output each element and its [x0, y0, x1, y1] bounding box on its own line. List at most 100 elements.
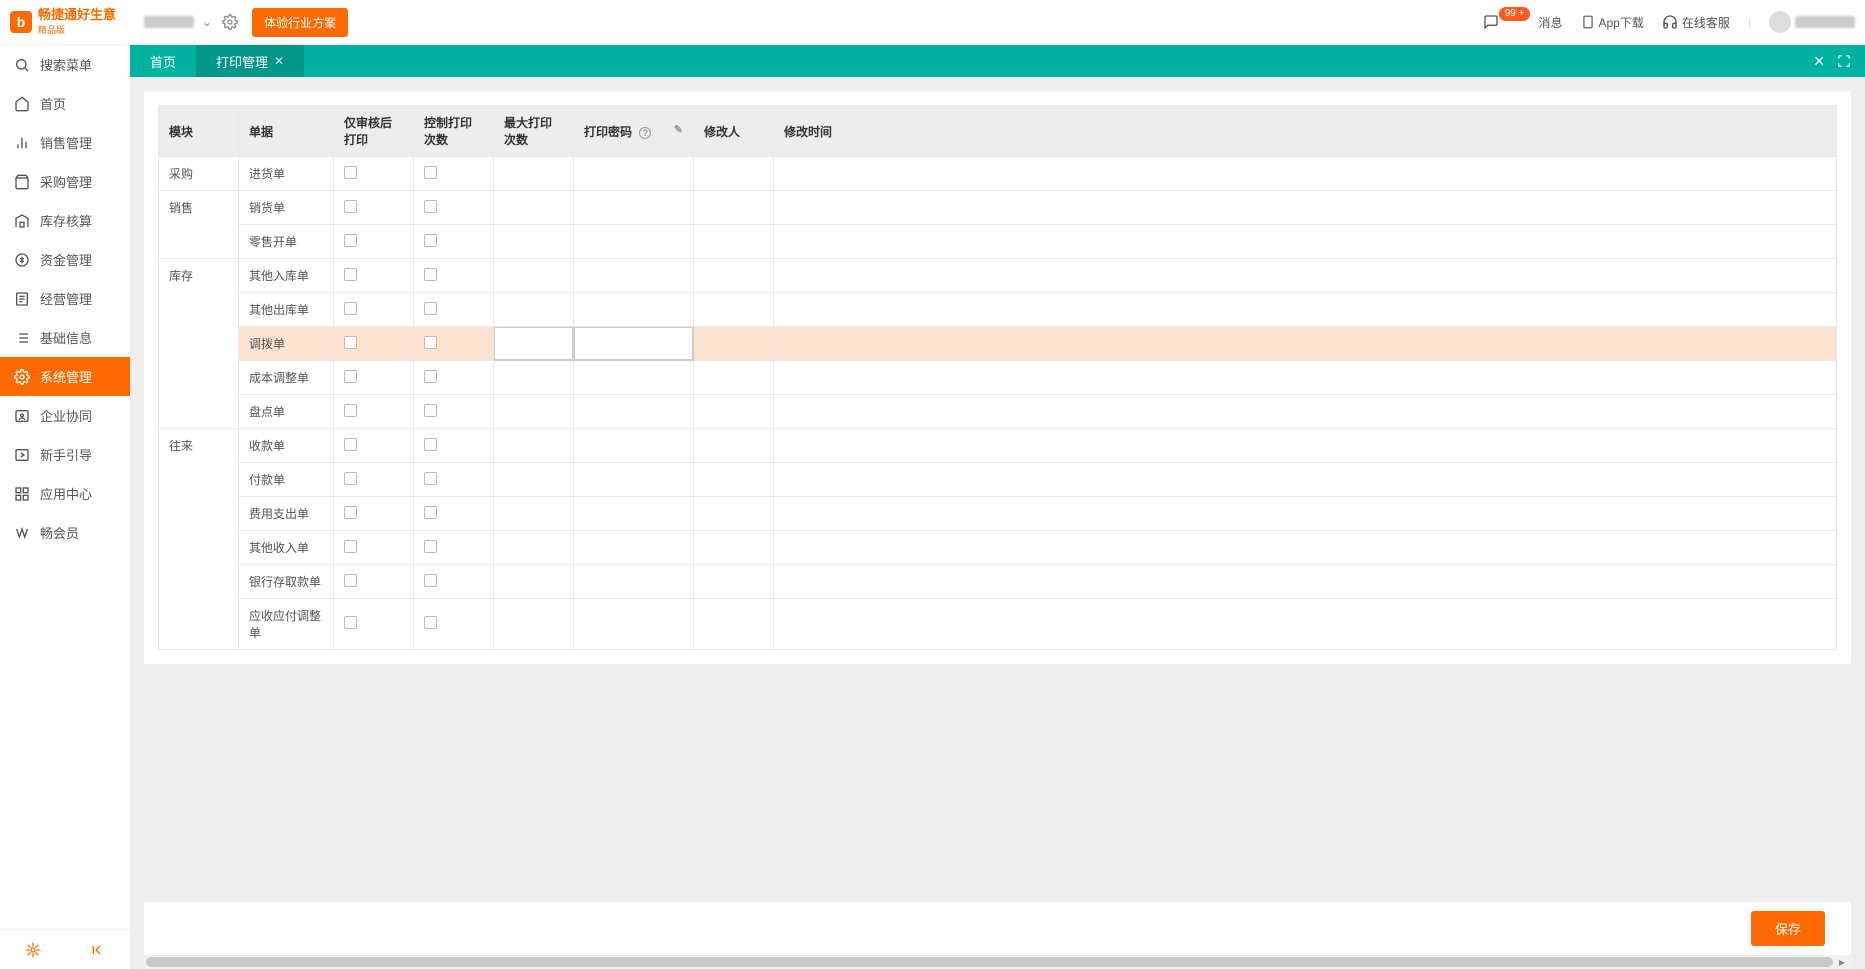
password-cell[interactable] — [574, 463, 694, 497]
checkbox[interactable] — [344, 370, 357, 383]
max-count-cell[interactable] — [494, 361, 574, 395]
close-icon[interactable]: ✕ — [274, 54, 284, 68]
save-button[interactable]: 保存 — [1751, 911, 1825, 946]
checkbox[interactable] — [344, 200, 357, 213]
max-count-cell[interactable] — [494, 327, 574, 361]
max-count-cell[interactable] — [494, 157, 574, 191]
table-row[interactable]: 其他收入单 — [159, 531, 1837, 565]
user-menu[interactable] — [1769, 11, 1855, 33]
checkbox[interactable] — [344, 302, 357, 315]
edit-icon[interactable]: ✎ — [674, 123, 683, 136]
max-count-cell[interactable] — [494, 599, 574, 650]
checkbox[interactable] — [424, 472, 437, 485]
checkbox[interactable] — [344, 166, 357, 179]
checkbox[interactable] — [344, 472, 357, 485]
password-cell[interactable] — [574, 429, 694, 463]
checkbox[interactable] — [344, 404, 357, 417]
scrollbar-thumb[interactable] — [146, 957, 1833, 967]
password-cell[interactable] — [574, 259, 694, 293]
max-count-cell[interactable] — [494, 463, 574, 497]
checkbox[interactable] — [424, 302, 437, 315]
tab-print-management[interactable]: 打印管理 ✕ — [196, 45, 304, 77]
checkbox[interactable] — [344, 234, 357, 247]
checkbox[interactable] — [344, 268, 357, 281]
checkbox[interactable] — [424, 200, 437, 213]
max-count-cell[interactable] — [494, 531, 574, 565]
password-cell[interactable] — [574, 395, 694, 429]
checkbox[interactable] — [424, 540, 437, 553]
checkbox[interactable] — [424, 438, 437, 451]
checkbox[interactable] — [424, 506, 437, 519]
max-count-cell[interactable] — [494, 497, 574, 531]
max-count-cell[interactable] — [494, 225, 574, 259]
tab-home[interactable]: 首页 — [130, 45, 196, 77]
table-row[interactable]: 调拨单 — [159, 327, 1837, 361]
max-count-cell[interactable] — [494, 429, 574, 463]
checkbox[interactable] — [424, 234, 437, 247]
max-count-cell[interactable] — [494, 565, 574, 599]
table-row[interactable]: 往来收款单 — [159, 429, 1837, 463]
password-cell[interactable] — [574, 599, 694, 650]
checkbox[interactable] — [344, 506, 357, 519]
table-row[interactable]: 成本调整单 — [159, 361, 1837, 395]
password-cell[interactable] — [574, 157, 694, 191]
fullscreen-icon[interactable] — [1837, 54, 1851, 68]
checkbox[interactable] — [424, 574, 437, 587]
config-icon[interactable] — [25, 942, 41, 958]
horizontal-scrollbar[interactable]: ▸ — [144, 955, 1851, 969]
password-cell[interactable] — [574, 565, 694, 599]
max-count-cell[interactable] — [494, 259, 574, 293]
sidebar-item-12[interactable]: 畅会员 — [0, 513, 130, 552]
sidebar-item-10[interactable]: 新手引导 — [0, 435, 130, 474]
industry-cta-button[interactable]: 体验行业方案 — [252, 8, 348, 37]
password-cell[interactable] — [574, 327, 694, 361]
checkbox[interactable] — [424, 616, 437, 629]
online-service-link[interactable]: 在线客服 — [1662, 14, 1730, 31]
app-download-link[interactable]: App下载 — [1581, 14, 1644, 31]
table-row[interactable]: 银行存取款单 — [159, 565, 1837, 599]
messages-link[interactable]: 99 + 消息 — [1483, 14, 1563, 31]
sidebar-item-6[interactable]: 经营管理 — [0, 279, 130, 318]
tab-close-all-icon[interactable]: ✕ — [1813, 53, 1825, 70]
settings-icon[interactable] — [222, 14, 238, 30]
sidebar-item-1[interactable]: 首页 — [0, 84, 130, 123]
checkbox[interactable] — [424, 404, 437, 417]
sidebar-item-5[interactable]: 资金管理 — [0, 240, 130, 279]
checkbox[interactable] — [344, 616, 357, 629]
checkbox[interactable] — [424, 336, 437, 349]
max-count-cell[interactable] — [494, 395, 574, 429]
sidebar-item-0[interactable]: 搜索菜单 — [0, 45, 130, 84]
table-row[interactable]: 采购进货单 — [159, 157, 1837, 191]
table-row[interactable]: 应收应付调整单 — [159, 599, 1837, 650]
sidebar-item-8[interactable]: 系统管理 — [0, 357, 130, 396]
table-row[interactable]: 库存其他入库单 — [159, 259, 1837, 293]
checkbox[interactable] — [344, 336, 357, 349]
collapse-sidebar-icon[interactable] — [90, 942, 106, 958]
password-cell[interactable] — [574, 191, 694, 225]
table-row[interactable]: 费用支出单 — [159, 497, 1837, 531]
max-count-cell[interactable] — [494, 293, 574, 327]
password-cell[interactable] — [574, 531, 694, 565]
password-cell[interactable] — [574, 225, 694, 259]
password-cell[interactable] — [574, 361, 694, 395]
sidebar-item-3[interactable]: 采购管理 — [0, 162, 130, 201]
checkbox[interactable] — [344, 574, 357, 587]
sidebar-item-11[interactable]: 应用中心 — [0, 474, 130, 513]
checkbox[interactable] — [424, 370, 437, 383]
content-scroll[interactable]: 模块 单据 仅审核后打印 控制打印次数 最大打印次数 打印密码 ? ✎ — [130, 77, 1865, 889]
sidebar-item-2[interactable]: 销售管理 — [0, 123, 130, 162]
table-row[interactable]: 付款单 — [159, 463, 1837, 497]
max-count-cell[interactable] — [494, 191, 574, 225]
table-row[interactable]: 其他出库单 — [159, 293, 1837, 327]
org-selector[interactable]: ⌄ — [144, 15, 212, 29]
sidebar-item-7[interactable]: 基础信息 — [0, 318, 130, 357]
checkbox[interactable] — [424, 268, 437, 281]
sidebar-item-9[interactable]: 企业协同 — [0, 396, 130, 435]
table-row[interactable]: 销售销货单 — [159, 191, 1837, 225]
password-cell[interactable] — [574, 293, 694, 327]
table-row[interactable]: 零售开单 — [159, 225, 1837, 259]
table-row[interactable]: 盘点单 — [159, 395, 1837, 429]
checkbox[interactable] — [344, 540, 357, 553]
help-icon[interactable]: ? — [639, 127, 651, 139]
sidebar-item-4[interactable]: 库存核算 — [0, 201, 130, 240]
